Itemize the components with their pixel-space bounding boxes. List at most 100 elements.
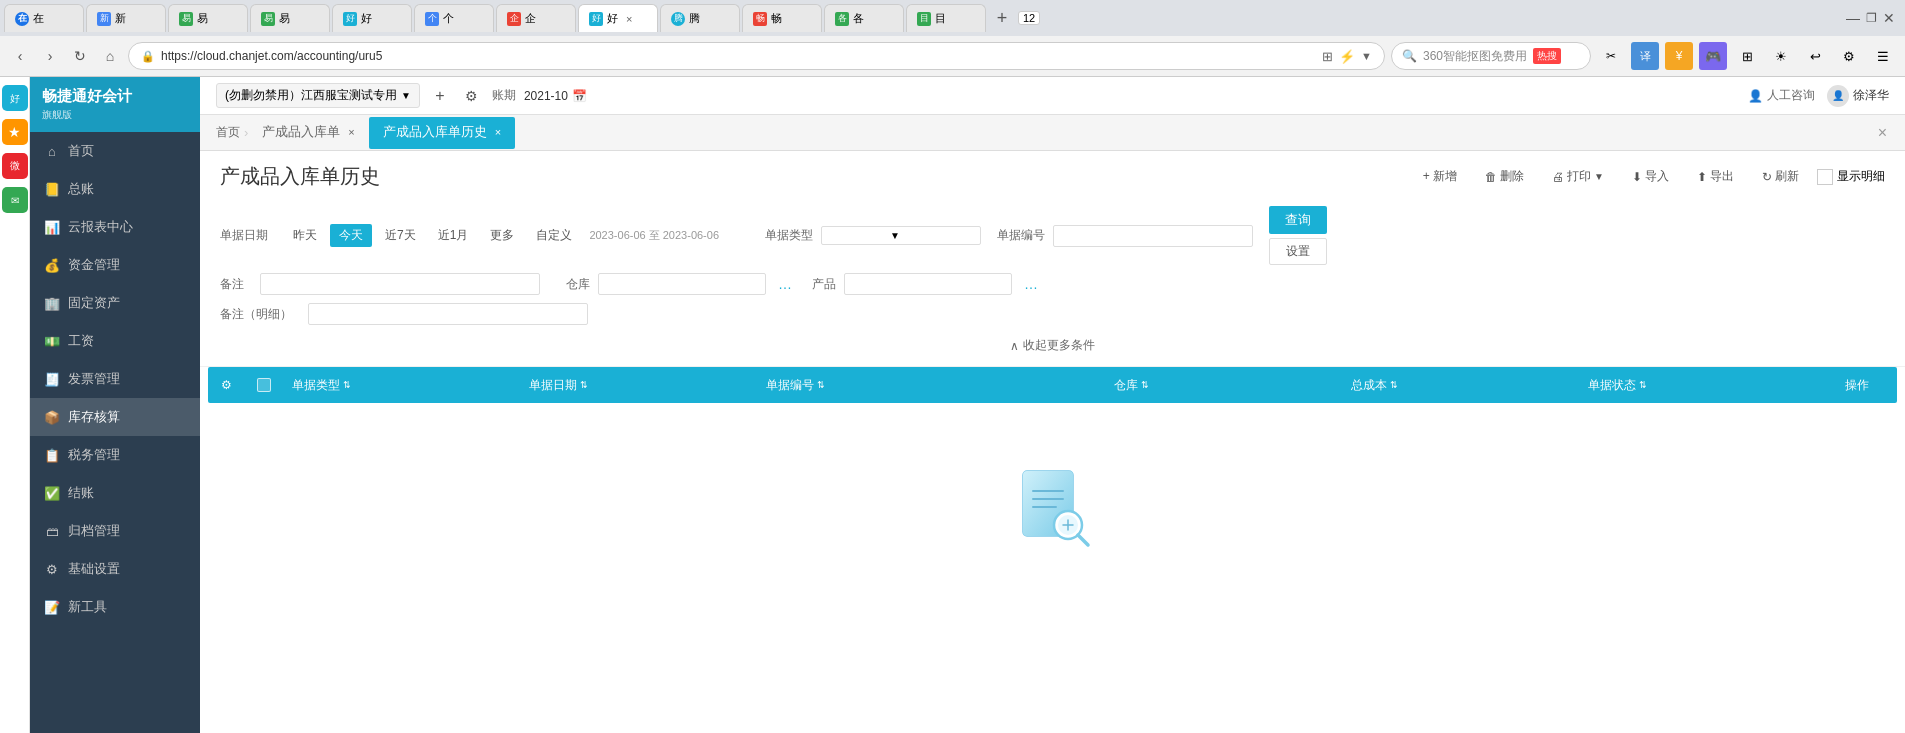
- breadcrumb-home[interactable]: 首页: [212, 124, 244, 141]
- maximize-button[interactable]: ❐: [1866, 11, 1877, 25]
- tab-list-close[interactable]: ×: [348, 126, 354, 138]
- tab-11[interactable]: 各 各: [824, 4, 904, 32]
- sidebar-item-invoice[interactable]: 🧾 发票管理: [30, 360, 200, 398]
- sidebar-item-archive[interactable]: 🗃 归档管理: [30, 512, 200, 550]
- home-nav-button[interactable]: ⌂: [98, 44, 122, 68]
- company-settings-button[interactable]: ⚙: [460, 84, 484, 108]
- import-button[interactable]: ⬇ 导入: [1622, 164, 1679, 189]
- refresh-button[interactable]: ↻: [68, 44, 92, 68]
- forward-button[interactable]: ›: [38, 44, 62, 68]
- th-number[interactable]: 单据编号 ⇅: [758, 377, 1106, 394]
- tab-5[interactable]: 好 好: [332, 4, 412, 32]
- translate-icon[interactable]: 译: [1631, 42, 1659, 70]
- sidebar-item-report[interactable]: 📊 云报表中心: [30, 208, 200, 246]
- date-btn-1month[interactable]: 近1月: [429, 224, 478, 247]
- collapse-button[interactable]: ∧ 收起更多条件: [1010, 337, 1095, 354]
- show-cols-checkbox[interactable]: [1817, 169, 1833, 185]
- sidebar-item-tax[interactable]: 📋 税务管理: [30, 436, 200, 474]
- tab-1[interactable]: 在 在: [4, 4, 84, 32]
- th-settings[interactable]: ⚙: [208, 378, 244, 392]
- tab-3[interactable]: 易 易: [168, 4, 248, 32]
- app-icon-mail[interactable]: ✉: [2, 187, 28, 213]
- grid-icon: ⊞: [1322, 49, 1333, 64]
- tab-history-close[interactable]: ×: [495, 126, 501, 138]
- menu-icon[interactable]: ☰: [1869, 42, 1897, 70]
- currency-icon[interactable]: ¥: [1665, 42, 1693, 70]
- period-value[interactable]: 2021-10 📅: [524, 89, 587, 103]
- app-icon-main[interactable]: 好: [2, 85, 28, 111]
- sidebar-item-inventory[interactable]: 📦 库存核算: [30, 398, 200, 436]
- warehouse-input[interactable]: [598, 273, 766, 295]
- sidebar-item-home[interactable]: ⌂ 首页: [30, 132, 200, 170]
- app-icon-weibo[interactable]: 微: [2, 153, 28, 179]
- brightness-icon[interactable]: ☀: [1767, 42, 1795, 70]
- date-btn-7days[interactable]: 近7天: [376, 224, 425, 247]
- sidebar-item-ledger[interactable]: 📒 总账: [30, 170, 200, 208]
- gamepad-icon[interactable]: 🎮: [1699, 42, 1727, 70]
- url-box[interactable]: 🔒 https://cloud.chanjet.com/accounting/u…: [128, 42, 1385, 70]
- tab-list[interactable]: 产成品入库单 ×: [248, 117, 368, 149]
- bill-type-select[interactable]: ▼: [821, 226, 981, 245]
- settings-icon[interactable]: ⚙: [1835, 42, 1863, 70]
- tab-4[interactable]: 易 易: [250, 4, 330, 32]
- minimize-button[interactable]: —: [1846, 10, 1860, 26]
- print-button[interactable]: 🖨 打印 ▼: [1542, 164, 1614, 189]
- query-button[interactable]: 查询: [1269, 206, 1327, 234]
- new-tab-button[interactable]: +: [988, 4, 1016, 32]
- scissors-icon[interactable]: ✂: [1597, 42, 1625, 70]
- refresh-button[interactable]: ↻ 刷新: [1752, 164, 1809, 189]
- sidebar-item-payroll[interactable]: 💵 工资: [30, 322, 200, 360]
- sidebar-item-checkout[interactable]: ✅ 结账: [30, 474, 200, 512]
- delete-button[interactable]: 🗑 删除: [1475, 164, 1534, 189]
- export-button[interactable]: ⬆ 导出: [1687, 164, 1744, 189]
- product-input[interactable]: [844, 273, 1012, 295]
- app-icon-star[interactable]: ★: [2, 119, 28, 145]
- select-all-checkbox[interactable]: [257, 378, 271, 392]
- date-btn-custom[interactable]: 自定义: [527, 224, 581, 247]
- tab-12[interactable]: 目 目: [906, 4, 986, 32]
- th-status[interactable]: 单据状态 ⇅: [1580, 377, 1817, 394]
- warehouse-dots-button[interactable]: …: [774, 276, 796, 292]
- add-button[interactable]: + 新增: [1413, 164, 1467, 189]
- th-checkbox[interactable]: [244, 378, 284, 392]
- note-input[interactable]: [260, 273, 540, 295]
- add-company-button[interactable]: +: [428, 84, 452, 108]
- user-service-button[interactable]: 👤 人工咨询: [1748, 87, 1815, 104]
- warehouse-label: 仓库: [566, 276, 590, 293]
- note-detail-input[interactable]: [308, 303, 588, 325]
- date-btn-today[interactable]: 今天: [330, 224, 372, 247]
- sidebar-item-assets[interactable]: 🏢 固定资产: [30, 284, 200, 322]
- th-date[interactable]: 单据日期 ⇅: [521, 377, 758, 394]
- date-btn-yesterday[interactable]: 昨天: [284, 224, 326, 247]
- print-dropdown-icon[interactable]: ▼: [1594, 171, 1604, 182]
- th-warehouse[interactable]: 仓库 ⇅: [1106, 377, 1343, 394]
- set-button[interactable]: 设置: [1269, 238, 1327, 265]
- sidebar-item-fund[interactable]: 💰 资金管理: [30, 246, 200, 284]
- th-type[interactable]: 单据类型 ⇅: [284, 377, 521, 394]
- tab-7[interactable]: 企 企: [496, 4, 576, 32]
- back-button[interactable]: ‹: [8, 44, 32, 68]
- content-close-button[interactable]: ×: [1872, 124, 1893, 142]
- layout-icon[interactable]: ⊞: [1733, 42, 1761, 70]
- archive-icon: 🗃: [44, 524, 60, 539]
- product-dots-button[interactable]: …: [1020, 276, 1042, 292]
- sidebar-item-basic[interactable]: ⚙ 基础设置: [30, 550, 200, 588]
- tab-history[interactable]: 产成品入库单历史 ×: [369, 117, 515, 149]
- date-btn-more[interactable]: 更多: [481, 224, 523, 247]
- undo-icon[interactable]: ↩: [1801, 42, 1829, 70]
- th-cost[interactable]: 总成本 ⇅: [1343, 377, 1580, 394]
- show-cols-toggle[interactable]: 显示明细: [1817, 168, 1885, 185]
- tab-close-8[interactable]: ×: [626, 13, 632, 25]
- user-name[interactable]: 👤 徐泽华: [1827, 85, 1889, 107]
- dropdown-icon[interactable]: ▼: [1361, 50, 1372, 62]
- tab-6[interactable]: 个 个: [414, 4, 494, 32]
- bill-number-input[interactable]: [1053, 225, 1253, 247]
- tab-2[interactable]: 新 新: [86, 4, 166, 32]
- close-button[interactable]: ✕: [1883, 10, 1895, 26]
- sidebar-item-new-bill[interactable]: 📝 新工具: [30, 588, 200, 626]
- tab-8[interactable]: 好 好 ×: [578, 4, 658, 32]
- search-box[interactable]: 🔍 360智能抠图免费用 热搜: [1391, 42, 1591, 70]
- company-select[interactable]: (勿删勿禁用）江西服宝测试专用 ▼: [216, 83, 420, 108]
- tab-10[interactable]: 畅 畅: [742, 4, 822, 32]
- tab-9[interactable]: 腾 腾: [660, 4, 740, 32]
